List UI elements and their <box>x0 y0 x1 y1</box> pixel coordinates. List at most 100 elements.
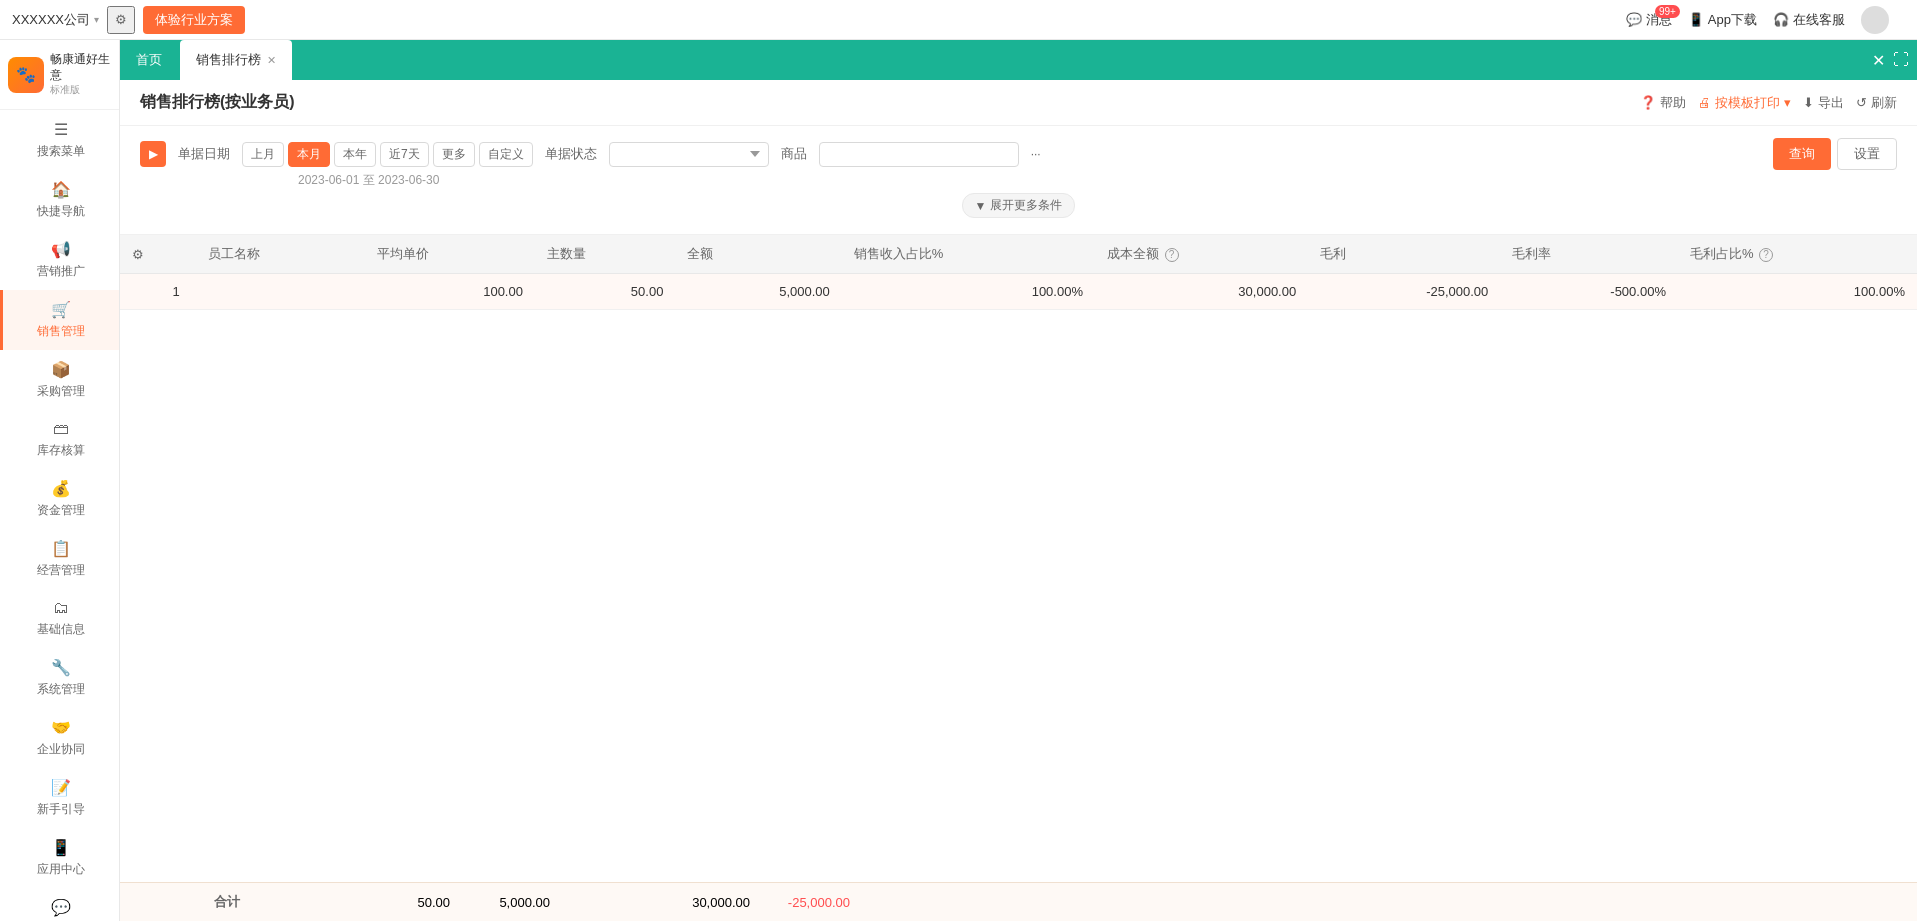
avatar[interactable] <box>1861 6 1889 34</box>
print-button[interactable]: 🖨 按模板打印 ▾ <box>1698 94 1791 112</box>
footer-qty: 50.00 <box>382 895 462 910</box>
expand-row: ▼ 展开更多条件 <box>140 189 1897 222</box>
row-sales-pct: 100.00% <box>842 274 1095 310</box>
sidebar-item-purchase[interactable]: 📦 采购管理 <box>0 350 119 410</box>
sidebar-item-finance[interactable]: 💰 资金管理 <box>0 469 119 529</box>
table-settings-icon: ⚙ <box>132 247 144 262</box>
cost-help-icon[interactable]: ? <box>1165 248 1179 262</box>
sidebar-item-label: 销售管理 <box>37 323 85 340</box>
row-profit: -25,000.00 <box>1308 274 1500 310</box>
settings-button[interactable]: 设置 <box>1837 138 1897 170</box>
col-amount: 全额 <box>675 235 841 274</box>
footer-profit: -25,000.00 <box>762 895 862 910</box>
col-sales-pct: 销售收入占比% <box>842 235 1095 274</box>
profit-pct-help-icon[interactable]: ? <box>1759 248 1773 262</box>
tab-expand-icon[interactable]: ⛶ <box>1893 51 1909 69</box>
logo-sub: 标准版 <box>50 83 111 97</box>
sidebar-item-operation[interactable]: 📋 经营管理 <box>0 529 119 589</box>
table-body: 1 100.00 50.00 5,000.00 100.00% 30,000.0… <box>120 274 1917 310</box>
sidebar-item-guide[interactable]: 📝 新手引导 <box>0 768 119 828</box>
sidebar-item-label: 快捷导航 <box>37 203 85 220</box>
footer-cost: 30,000.00 <box>662 895 762 910</box>
sidebar-item-quick-nav[interactable]: 🏠 快捷导航 <box>0 170 119 230</box>
tab-close-all-icon[interactable]: ✕ <box>1872 51 1885 70</box>
date-filter-label: 单据日期 <box>178 145 230 163</box>
col-avg-price: 平均单价 <box>365 235 534 274</box>
tab-close-icon[interactable]: ✕ <box>267 54 276 67</box>
expand-more-button[interactable]: ▼ 展开更多条件 <box>962 193 1076 218</box>
online-service-button[interactable]: 🎧 在线客服 <box>1773 11 1845 29</box>
page-content: 销售排行榜(按业务员) ❓ 帮助 🖨 按模板打印 ▾ ⬇ 导出 <box>120 80 1917 921</box>
this-year-button[interactable]: 本年 <box>334 142 376 167</box>
message-button[interactable]: 💬 消息 99+ <box>1626 11 1672 29</box>
sidebar-item-cooperation[interactable]: 🤝 企业协同 <box>0 708 119 768</box>
sidebar-item-label: 经营管理 <box>37 562 85 579</box>
gear-icon: ⚙ <box>115 12 127 27</box>
sidebar-item-label: 新手引导 <box>37 801 85 818</box>
sidebar-item-inventory[interactable]: 🗃 库存核算 <box>0 410 119 469</box>
custom-date-button[interactable]: 自定义 <box>479 142 533 167</box>
sidebar-item-system[interactable]: 🔧 系统管理 <box>0 648 119 708</box>
this-month-button[interactable]: 本月 <box>288 142 330 167</box>
refresh-button[interactable]: ↺ 刷新 <box>1856 94 1897 112</box>
sidebar-item-app-center[interactable]: 📱 应用中心 <box>0 828 119 888</box>
base-info-icon: 🗂 <box>53 599 69 617</box>
main-layout: 🐾 畅康通好生意 标准版 ☰ 搜索菜单 🏠 快捷导航 📢 营销推广 🛒 销售管理 <box>0 40 1917 921</box>
print-icon: 🖨 <box>1698 95 1711 110</box>
content-area: 首页 销售排行榜 ✕ ✕ ⛶ 销售排行榜(按业务员) ❓ 帮助 <box>120 40 1917 921</box>
sidebar-item-search[interactable]: ☰ 搜索菜单 <box>0 110 119 170</box>
page-header: 销售排行榜(按业务员) ❓ 帮助 🖨 按模板打印 ▾ ⬇ 导出 <box>120 80 1917 126</box>
tab-label: 销售排行榜 <box>196 51 261 69</box>
logo-text-block: 畅康通好生意 标准版 <box>50 52 111 97</box>
sidebar-item-wechat[interactable]: 💬 企业微信 <box>0 888 119 921</box>
export-button[interactable]: ⬇ 导出 <box>1803 94 1844 112</box>
marketing-icon: 📢 <box>51 240 71 259</box>
sidebar-item-sales[interactable]: 🛒 销售管理 <box>0 290 119 350</box>
page-title: 销售排行榜(按业务员) <box>140 92 295 113</box>
row-settings <box>120 274 156 310</box>
prev-month-button[interactable]: 上月 <box>242 142 284 167</box>
search-icon: ☰ <box>54 120 68 139</box>
goods-input[interactable] <box>819 142 1019 167</box>
table-wrapper: ⚙ 员工名称 平均单价 主数量 全额 销售收入占比% 成本全额 ? <box>120 235 1917 882</box>
more-filter-icon[interactable]: ··· <box>1031 147 1041 161</box>
wechat-icon: 💬 <box>51 898 71 917</box>
status-filter-label: 单据状态 <box>545 145 597 163</box>
sidebar-item-base-info[interactable]: 🗂 基础信息 <box>0 589 119 648</box>
col-rank <box>156 235 196 274</box>
operation-icon: 📋 <box>51 539 71 558</box>
topbar-settings-button[interactable]: ⚙ <box>107 6 135 34</box>
logo-icon: 🐾 <box>8 57 44 93</box>
status-select[interactable] <box>609 142 769 167</box>
col-profit: 毛利 <box>1308 235 1500 274</box>
purchase-icon: 📦 <box>51 360 71 379</box>
footer-label: 合计 <box>214 894 240 909</box>
row-avg-price: 100.00 <box>365 274 534 310</box>
row-profit-pct: 100.00% <box>1678 274 1917 310</box>
app-download-button[interactable]: 📱 App下载 <box>1688 11 1757 29</box>
date-buttons-group: 上月 本月 本年 近7天 更多 自定义 <box>242 142 533 167</box>
trial-button[interactable]: 体验行业方案 <box>143 6 245 34</box>
tab-sales-rank[interactable]: 销售排行榜 ✕ <box>180 40 292 80</box>
col-settings[interactable]: ⚙ <box>120 235 156 274</box>
filter-toggle-button[interactable]: ▶ <box>140 141 166 167</box>
table-footer: 合计 50.00 5,000.00 30,000.00 -25,000.00 <box>120 882 1917 921</box>
last7days-button[interactable]: 近7天 <box>380 142 429 167</box>
col-qty: 主数量 <box>535 235 675 274</box>
footer-amount: 5,000.00 <box>462 895 562 910</box>
row-rank: 1 <box>156 274 196 310</box>
sidebar-item-label: 营销推广 <box>37 263 85 280</box>
sidebar-item-label: 应用中心 <box>37 861 85 878</box>
row-cost: 30,000.00 <box>1095 274 1308 310</box>
top-bar: XXXXXX公司 ▾ ⚙ 体验行业方案 💬 消息 99+ 📱 App下载 🎧 在… <box>0 0 1917 40</box>
more-date-button[interactable]: 更多 <box>433 142 475 167</box>
tab-home[interactable]: 首页 <box>120 40 178 80</box>
chevron-down-icon: ▼ <box>975 199 987 213</box>
help-button[interactable]: ❓ 帮助 <box>1640 94 1686 112</box>
row-qty: 50.00 <box>535 274 675 310</box>
table-header: ⚙ 员工名称 平均单价 主数量 全额 销售收入占比% 成本全额 ? <box>120 235 1917 274</box>
company-selector[interactable]: XXXXXX公司 ▾ <box>12 11 99 29</box>
tab-bar: 首页 销售排行榜 ✕ ✕ ⛶ <box>120 40 1917 80</box>
sidebar-item-marketing[interactable]: 📢 营销推广 <box>0 230 119 290</box>
query-button[interactable]: 查询 <box>1773 138 1831 170</box>
